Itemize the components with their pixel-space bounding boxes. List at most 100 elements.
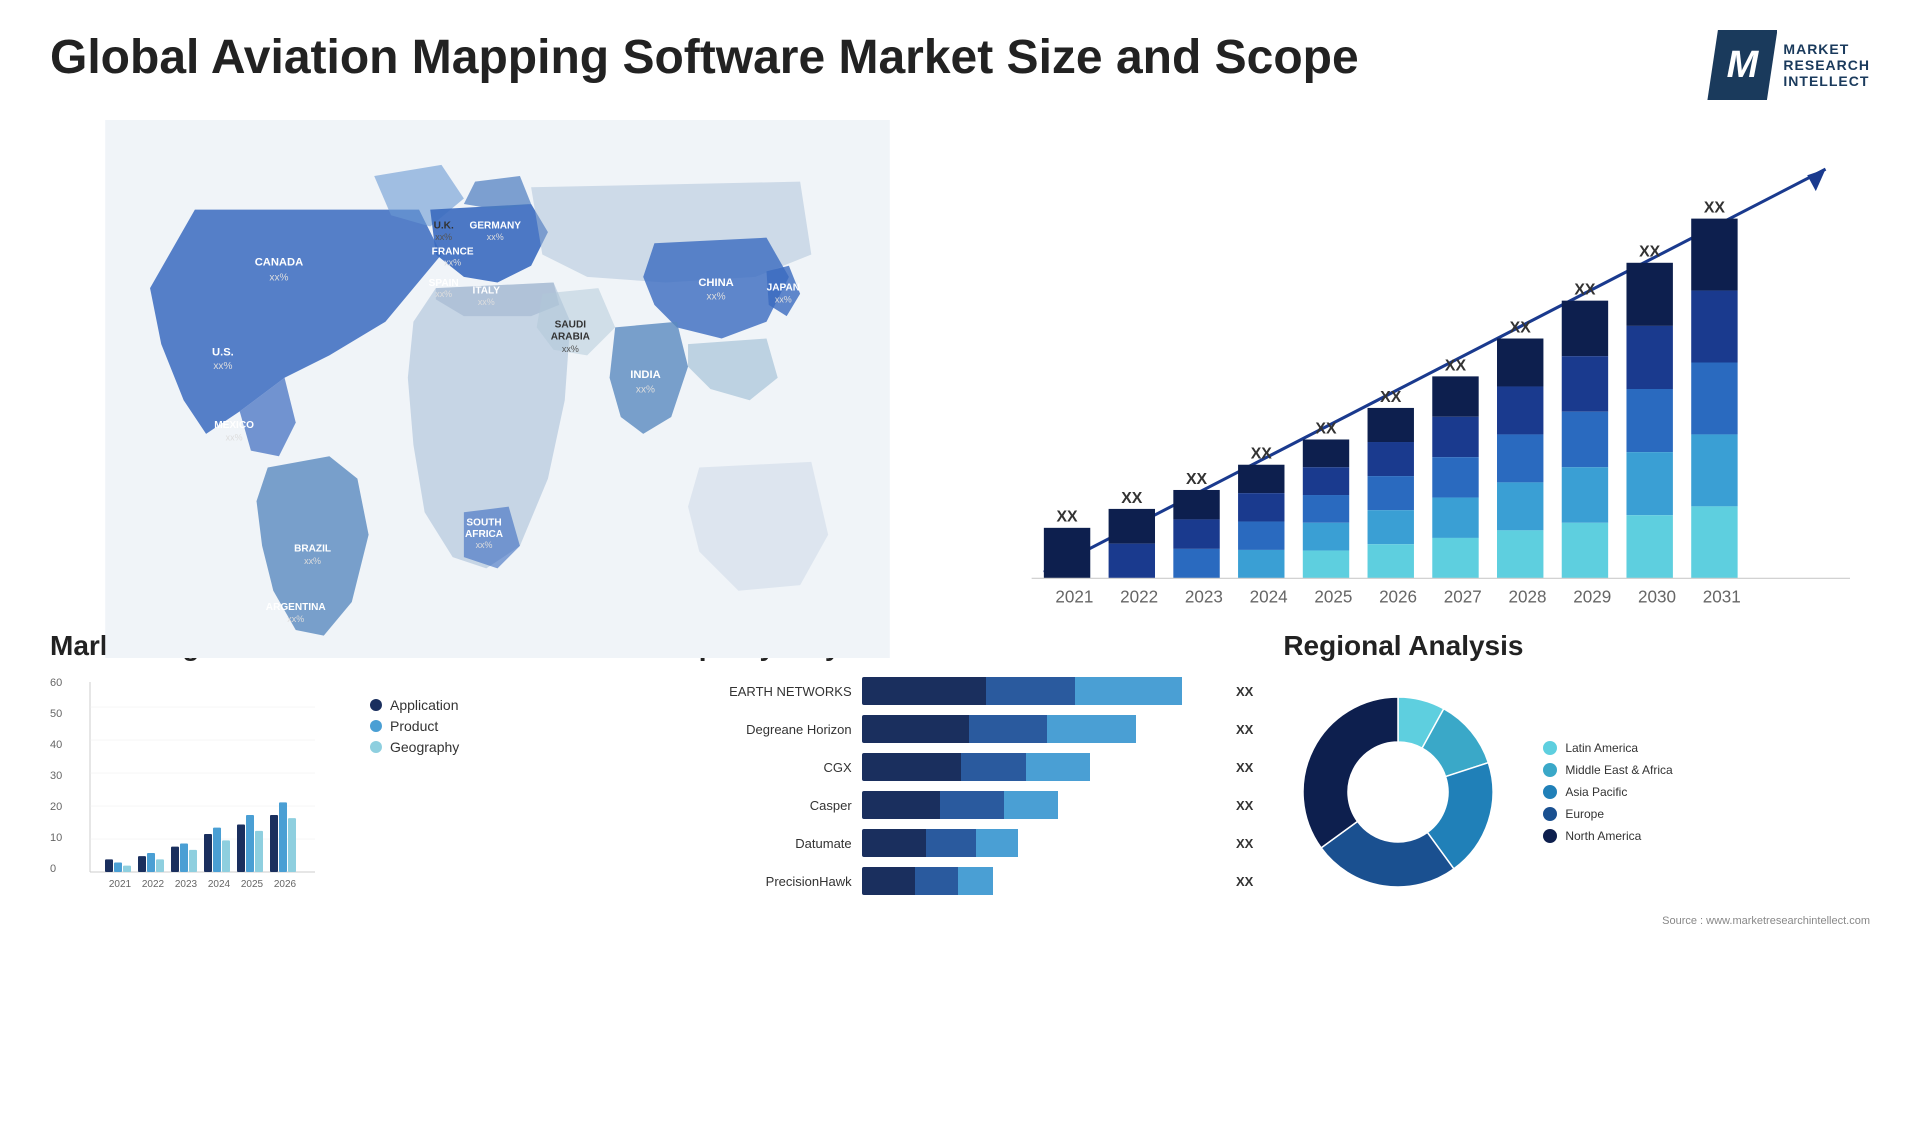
svg-text:2021: 2021: [1055, 588, 1093, 607]
player-row: DatumateXX: [667, 829, 1254, 857]
player-row: CGX XX: [667, 753, 1254, 781]
svg-text:2030: 2030: [1638, 588, 1676, 607]
player-value: XX: [1236, 760, 1253, 775]
player-bar-segment: [1075, 677, 1182, 705]
donut-chart-svg: [1283, 677, 1513, 907]
player-value: XX: [1236, 798, 1253, 813]
svg-text:2021: 2021: [109, 879, 132, 890]
uk-label: U.K.: [434, 221, 454, 232]
svg-text:2026: 2026: [274, 879, 297, 890]
canada-value: xx%: [269, 272, 288, 283]
player-bar-segment: [1047, 715, 1136, 743]
brazil-label: BRAZIL: [294, 544, 331, 555]
svg-text:XX: XX: [1510, 319, 1532, 336]
svg-text:2026: 2026: [1379, 588, 1417, 607]
seg-content: 0 10 20 30 40 50 60: [50, 677, 637, 902]
svg-text:2031: 2031: [1703, 588, 1741, 607]
header: Global Aviation Mapping Software Market …: [50, 30, 1870, 100]
seg-chart-container: 0 10 20 30 40 50 60: [50, 677, 350, 902]
player-bar-segment: [961, 753, 1025, 781]
saudi-value: xx%: [562, 344, 579, 354]
player-bar-segment: [862, 791, 940, 819]
player-value: XX: [1236, 836, 1253, 851]
svg-text:XX: XX: [1251, 446, 1273, 463]
mexico-label: MEXICO: [214, 420, 254, 431]
player-value: XX: [1236, 722, 1253, 737]
svg-text:XX: XX: [1704, 200, 1726, 217]
regional-label: Europe: [1565, 807, 1604, 821]
player-row: EARTH NETWORKS XX: [667, 677, 1254, 705]
player-bar: [862, 867, 1218, 895]
logo-text: MARKET RESEARCH INTELLECT: [1783, 41, 1870, 89]
player-bar-segment: [958, 867, 994, 895]
player-bar-segment: [986, 677, 1075, 705]
regional-legend-item: North America: [1543, 829, 1672, 843]
regional-dot: [1543, 763, 1557, 777]
svg-text:2024: 2024: [208, 879, 231, 890]
logo-letter: M: [1727, 44, 1759, 87]
players-list: EARTH NETWORKSXXDegreane HorizonXXCGXXXC…: [667, 677, 1254, 895]
seg-y-axis: 0 10 20 30 40 50 60: [50, 677, 62, 877]
player-value: XX: [1236, 874, 1253, 889]
svg-text:2022: 2022: [142, 879, 165, 890]
seg-legend: Application Product Geography: [370, 697, 459, 902]
page-title: Global Aviation Mapping Software Market …: [50, 30, 1359, 85]
player-value: XX: [1236, 684, 1253, 699]
japan-label: JAPAN: [767, 282, 800, 293]
player-row: PrecisionHawk XX: [667, 867, 1254, 895]
uk-value: xx%: [435, 232, 452, 242]
player-row: Degreane HorizonXX: [667, 715, 1254, 743]
player-bar: [862, 791, 1218, 819]
regional-label: Middle East & Africa: [1565, 763, 1672, 777]
japan-value: xx%: [775, 295, 792, 305]
player-row: Casper XX: [667, 791, 1254, 819]
regional-label: North America: [1565, 829, 1641, 843]
player-name: Casper: [667, 798, 852, 813]
italy-label: ITALY: [473, 286, 501, 297]
world-map-svg: CANADA xx% U.S. xx% MEXICO xx% BRAZIL xx…: [50, 120, 945, 658]
france-value: xx%: [444, 258, 461, 268]
svg-text:2022: 2022: [1120, 588, 1158, 607]
player-bar-segment: [915, 867, 958, 895]
china-value: xx%: [707, 291, 726, 302]
germany-label: GERMANY: [470, 221, 522, 232]
svg-text:2029: 2029: [1573, 588, 1611, 607]
svg-text:XX: XX: [1315, 420, 1337, 437]
svg-text:2025: 2025: [1314, 588, 1352, 607]
svg-text:XX: XX: [1121, 490, 1143, 507]
player-bar-segment: [862, 829, 926, 857]
svg-text:XX: XX: [1639, 244, 1661, 261]
svg-text:2024: 2024: [1250, 588, 1288, 607]
svg-text:2023: 2023: [175, 879, 198, 890]
player-bar: [862, 715, 1218, 743]
product-dot: [370, 720, 382, 732]
regional-section: Regional Analysis Latin AmericaMiddle Ea…: [1283, 630, 1870, 927]
geography-dot: [370, 741, 382, 753]
player-bar-segment: [1004, 791, 1057, 819]
player-name: CGX: [667, 760, 852, 775]
germany-value: xx%: [487, 232, 504, 242]
india-value: xx%: [636, 384, 655, 395]
svg-text:2028: 2028: [1509, 588, 1547, 607]
player-bar-segment: [862, 715, 969, 743]
regional-legend-item: Middle East & Africa: [1543, 763, 1672, 777]
player-bar-segment: [976, 829, 1019, 857]
us-label: U.S.: [212, 346, 234, 358]
svg-text:2023: 2023: [1185, 588, 1223, 607]
regional-dot: [1543, 829, 1557, 843]
safrica-label: SOUTH: [466, 518, 501, 529]
legend-product: Product: [370, 718, 459, 734]
svg-text:XX: XX: [1056, 509, 1078, 526]
player-name: PrecisionHawk: [667, 874, 852, 889]
player-bar: [862, 677, 1218, 705]
saudi-label: SAUDI: [555, 319, 587, 330]
growth-chart-section: 2021 2022 2023 2024 2025 2026 2027 2028 …: [975, 120, 1870, 658]
regional-legend: Latin AmericaMiddle East & AfricaAsia Pa…: [1543, 741, 1672, 843]
us-value: xx%: [213, 361, 232, 372]
segmentation-section: Market Segmentation 0 10 20 30 40 50 60: [50, 630, 637, 927]
svg-text:XX: XX: [1574, 282, 1596, 299]
spain-value: xx%: [435, 289, 452, 299]
svg-text:XX: XX: [1445, 357, 1467, 374]
regional-legend-item: Latin America: [1543, 741, 1672, 755]
player-name: EARTH NETWORKS: [667, 684, 852, 699]
